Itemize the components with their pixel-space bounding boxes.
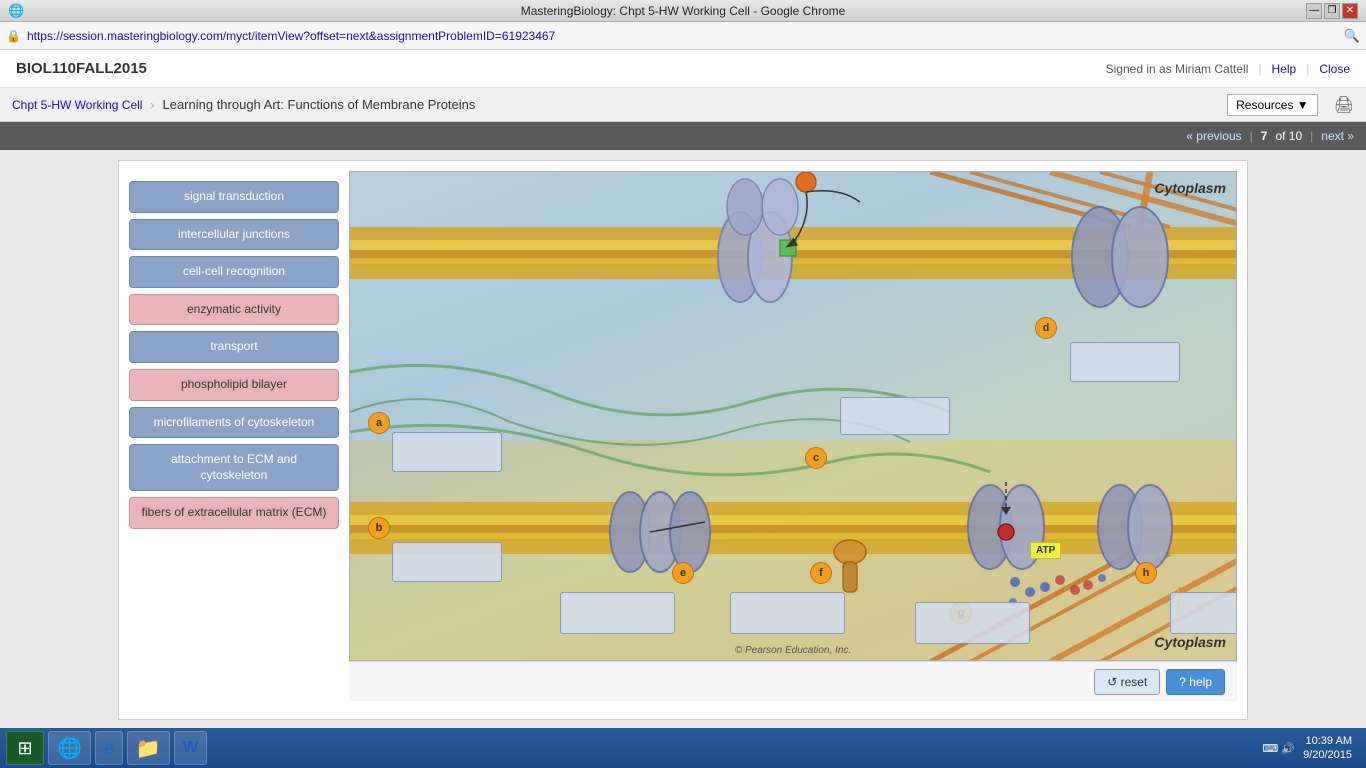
main-content: signal transduction intercellular juncti… bbox=[0, 150, 1366, 728]
answer-box-d[interactable] bbox=[1070, 342, 1180, 382]
start-button[interactable]: ⊞ bbox=[6, 731, 44, 765]
separator2: | bbox=[1306, 62, 1309, 76]
answer-box-f[interactable] bbox=[730, 592, 845, 634]
app-header: BIOL110FALL2015 Signed in as Miriam Catt… bbox=[0, 50, 1366, 88]
print-icon[interactable]: 🖨 bbox=[1334, 95, 1354, 115]
circle-label-b: b bbox=[368, 517, 390, 539]
url-base: https://session.masteringbiology.com bbox=[27, 29, 223, 43]
page-total: of 10 bbox=[1275, 129, 1302, 143]
circle-label-f: f bbox=[810, 562, 832, 584]
left-panel: signal transduction intercellular juncti… bbox=[129, 171, 339, 709]
lock-icon: 🔒 bbox=[6, 29, 21, 43]
breadcrumb-link[interactable]: Chpt 5-HW Working Cell bbox=[12, 98, 142, 112]
previous-link[interactable]: « previous bbox=[1186, 129, 1241, 143]
next-link[interactable]: next » bbox=[1321, 129, 1354, 143]
tray-icons: ⌨ 🔊 bbox=[1262, 742, 1295, 755]
label-list: signal transduction intercellular juncti… bbox=[129, 181, 339, 529]
help-button[interactable]: ? help bbox=[1166, 669, 1225, 695]
answer-box-e[interactable] bbox=[560, 592, 675, 634]
label-signal-transduction[interactable]: signal transduction bbox=[129, 181, 339, 213]
nav-sep2: | bbox=[1310, 129, 1313, 143]
clock-date: 9/20/2015 bbox=[1303, 748, 1352, 762]
answer-box-h[interactable] bbox=[1170, 592, 1237, 634]
breadcrumb-separator: › bbox=[150, 98, 154, 112]
label-microfilaments[interactable]: microfilaments of cytoskeleton bbox=[129, 407, 339, 439]
help-link[interactable]: Help bbox=[1272, 62, 1297, 76]
clock: 10:39 AM 9/20/2015 bbox=[1303, 734, 1352, 763]
taskbar-explorer[interactable]: 📁 bbox=[127, 731, 170, 765]
circle-label-e: e bbox=[672, 562, 694, 584]
signed-in-label: Signed in as Miriam Cattell bbox=[1106, 62, 1249, 76]
address-bar: 🔒 https://session.masteringbiology.com/m… bbox=[0, 22, 1366, 50]
taskbar-chrome[interactable]: 🌐 bbox=[48, 731, 91, 765]
nav-sep: | bbox=[1250, 129, 1253, 143]
cytoplasm-top-label: Cytoplasm bbox=[1154, 180, 1226, 196]
answer-box-b[interactable] bbox=[392, 542, 502, 582]
reset-button[interactable]: ↺ reset bbox=[1094, 669, 1160, 695]
page-current: 7 bbox=[1261, 129, 1268, 143]
app-title: BIOL110FALL2015 bbox=[16, 60, 147, 77]
window-controls[interactable]: — ❐ ✕ bbox=[1306, 3, 1358, 19]
circle-label-h: h bbox=[1135, 562, 1157, 584]
label-cell-cell-recognition[interactable]: cell-cell recognition bbox=[129, 256, 339, 288]
header-links: Signed in as Miriam Cattell | Help | Clo… bbox=[1106, 62, 1350, 76]
label-enzymatic-activity[interactable]: enzymatic activity bbox=[129, 294, 339, 326]
window-icon: 🌐 bbox=[8, 3, 24, 19]
label-attachment-ecm[interactable]: attachment to ECM and cytoskeleton bbox=[129, 444, 339, 491]
diagram-area: a b c d e f g h i bbox=[349, 171, 1237, 709]
resources-button[interactable]: Resources ▼ bbox=[1227, 94, 1318, 116]
url-display[interactable]: https://session.masteringbiology.com/myc… bbox=[27, 29, 555, 43]
close-button[interactable]: ✕ bbox=[1342, 3, 1358, 19]
circle-label-c: c bbox=[805, 447, 827, 469]
diagram-svg bbox=[350, 172, 1236, 660]
nav-bar: « previous | 7 of 10 | next » bbox=[0, 122, 1366, 150]
page-title: Learning through Art: Functions of Membr… bbox=[162, 97, 475, 112]
circle-label-a: a bbox=[368, 412, 390, 434]
content-box: signal transduction intercellular juncti… bbox=[118, 160, 1248, 720]
label-fibers-ecm[interactable]: fibers of extracellular matrix (ECM) bbox=[129, 497, 339, 529]
label-intercellular-junctions[interactable]: intercellular junctions bbox=[129, 219, 339, 251]
search-icon[interactable]: 🔍 bbox=[1344, 28, 1360, 44]
separator: | bbox=[1258, 62, 1261, 76]
minimize-button[interactable]: — bbox=[1306, 3, 1322, 19]
taskbar: ⊞ 🌐 e 📁 W ⌨ 🔊 10:39 AM 9/20/2015 bbox=[0, 728, 1366, 768]
taskbar-ie[interactable]: e bbox=[95, 731, 123, 765]
window-title: MasteringBiology: Chpt 5-HW Working Cell… bbox=[521, 4, 846, 18]
maximize-button[interactable]: ❐ bbox=[1324, 3, 1340, 19]
system-tray: ⌨ 🔊 10:39 AM 9/20/2015 bbox=[1262, 734, 1360, 763]
atp-label: ATP bbox=[1030, 542, 1061, 559]
answer-box-c[interactable] bbox=[840, 397, 950, 435]
content-inner: signal transduction intercellular juncti… bbox=[119, 161, 1247, 719]
taskbar-word[interactable]: W bbox=[174, 731, 207, 765]
cytoplasm-bottom-label: Cytoplasm bbox=[1154, 634, 1226, 650]
breadcrumb-bar: Chpt 5-HW Working Cell › Learning throug… bbox=[0, 88, 1366, 122]
url-path: /myct/itemView?offset=next&assignmentPro… bbox=[223, 29, 555, 43]
title-bar: 🌐 MasteringBiology: Chpt 5-HW Working Ce… bbox=[0, 0, 1366, 22]
clock-time: 10:39 AM bbox=[1303, 734, 1352, 748]
diagram-image: a b c d e f g h i bbox=[349, 171, 1237, 661]
circle-label-d: d bbox=[1035, 317, 1057, 339]
label-transport[interactable]: transport bbox=[129, 331, 339, 363]
bottom-bar: ↺ reset ? help bbox=[349, 661, 1237, 701]
label-phospholipid-bilayer[interactable]: phospholipid bilayer bbox=[129, 369, 339, 401]
copyright-text: © Pearson Education, Inc. bbox=[735, 645, 851, 656]
close-link[interactable]: Close bbox=[1319, 62, 1350, 76]
answer-box-a[interactable] bbox=[392, 432, 502, 472]
answer-box-g[interactable] bbox=[915, 602, 1030, 644]
